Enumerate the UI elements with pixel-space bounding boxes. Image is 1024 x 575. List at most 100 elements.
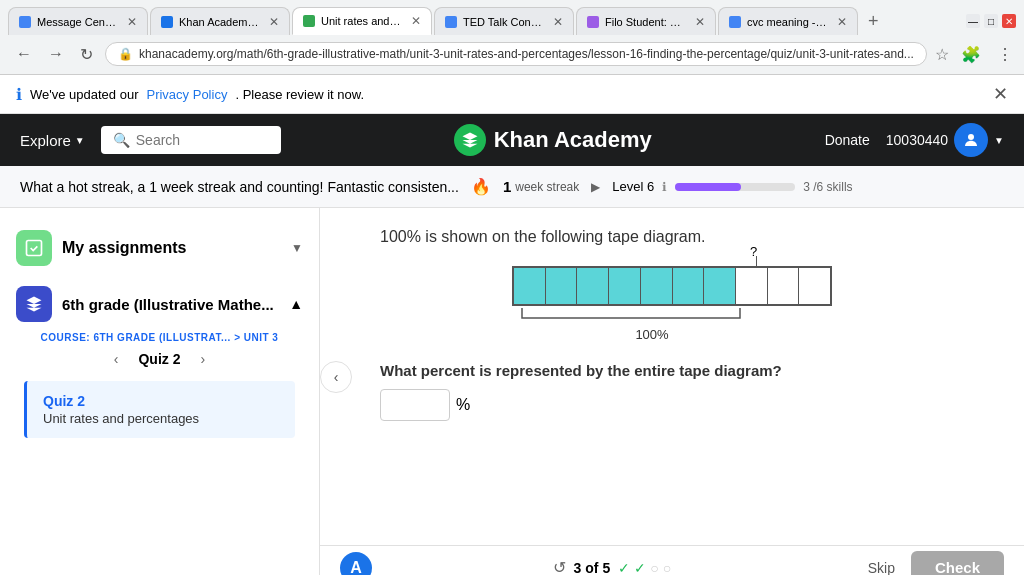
- play-icon: ▶: [591, 180, 600, 194]
- quiz-item-subtitle: Unit rates and percentages: [43, 411, 279, 426]
- search-input[interactable]: [136, 132, 269, 148]
- tape-cell-8: [736, 268, 768, 304]
- answer-section: %: [380, 389, 984, 421]
- user-avatar[interactable]: [954, 123, 988, 157]
- progress-section: ↺ 3 of 5 ✓ ✓ ○ ○: [372, 558, 852, 575]
- extensions-button[interactable]: 🧩: [957, 41, 985, 68]
- privacy-close-button[interactable]: ✕: [993, 83, 1008, 105]
- check-button[interactable]: Check: [911, 551, 1004, 575]
- assignments-icon: [16, 230, 52, 266]
- sub-question-text: What percent is represented by the entir…: [380, 362, 984, 379]
- tab-close-icon[interactable]: ✕: [127, 15, 137, 29]
- check-icons: ✓ ✓ ○ ○: [618, 560, 671, 576]
- tape-cell-5: [641, 268, 673, 304]
- explore-button[interactable]: Explore ▼: [20, 132, 85, 149]
- course-header[interactable]: 6th grade (Illustrative Mathe... ▲: [16, 286, 303, 322]
- reload-button[interactable]: ↻: [76, 41, 97, 68]
- percent-input[interactable]: [380, 389, 450, 421]
- tape-cell-4: [609, 268, 641, 304]
- search-box[interactable]: 🔍: [101, 126, 281, 154]
- ka-logo-icon: [454, 124, 486, 156]
- tab-close-icon[interactable]: ✕: [269, 15, 279, 29]
- streak-count: 1 week streak: [503, 178, 579, 195]
- tab-ted-talk[interactable]: TED Talk Connectio... ✕: [434, 7, 574, 35]
- url-input[interactable]: 🔒 khanacademy.org/math/6th-grade-illustr…: [105, 42, 927, 66]
- explore-chevron-icon: ▼: [75, 135, 85, 146]
- my-assignments-section[interactable]: My assignments ▼: [0, 218, 319, 278]
- streak-number: 1: [503, 178, 511, 195]
- course-chevron-icon: ▲: [289, 296, 303, 312]
- main-layout: My assignments ▼ 6th grade (Illustrative…: [0, 208, 1024, 575]
- tape-outer: ?: [512, 266, 852, 342]
- hint-button[interactable]: A: [340, 552, 372, 576]
- tab-close-icon[interactable]: ✕: [553, 15, 563, 29]
- arrow-line: [756, 256, 757, 268]
- tab-close-icon[interactable]: ✕: [411, 14, 421, 28]
- tape-cell-1: [514, 268, 546, 304]
- info-icon: ℹ: [662, 180, 667, 194]
- user-section: 10030440 ▼: [886, 123, 1004, 157]
- window-controls: — □ ✕: [966, 14, 1016, 28]
- quiz-nav: ‹ Quiz 2 ›: [16, 347, 303, 371]
- level-text: Level 6: [612, 179, 654, 194]
- quiz-next-button[interactable]: ›: [197, 347, 210, 371]
- tape-cell-9: [768, 268, 800, 304]
- tape-cell-6: [673, 268, 705, 304]
- tab-khan-academy-per[interactable]: Khan Academy Per... ✕: [150, 7, 290, 35]
- user-chevron-icon: ▼: [994, 135, 1004, 146]
- quiz-prev-button[interactable]: ‹: [110, 347, 123, 371]
- ka-logo: Khan Academy: [454, 124, 652, 156]
- donate-button[interactable]: Donate: [825, 132, 870, 148]
- explore-label: Explore: [20, 132, 71, 149]
- quiz-item[interactable]: Quiz 2 Unit rates and percentages: [24, 381, 295, 438]
- progress-text: 3 of 5: [574, 560, 611, 576]
- quiz-nav-label: Quiz 2: [138, 351, 180, 367]
- tab-bar: Message Center | In... ✕ Khan Academy Pe…: [0, 0, 1024, 36]
- privacy-banner: ℹ We've updated our Privacy Policy . Ple…: [0, 75, 1024, 114]
- retry-button[interactable]: ↺: [553, 558, 566, 575]
- tape-cell-10: [799, 268, 830, 304]
- close-window-button[interactable]: ✕: [1002, 14, 1016, 28]
- privacy-banner-text: We've updated our: [30, 87, 138, 102]
- ka-header: Explore ▼ 🔍 Khan Academy Donate 10030440…: [0, 114, 1024, 166]
- streak-text: What a hot streak, a 1 week streak and c…: [20, 179, 459, 195]
- tab-filo[interactable]: Filo Student: World... ✕: [576, 7, 716, 35]
- info-icon: ℹ: [16, 85, 22, 104]
- content-wrapper: ‹ 100% is shown on the following tape di…: [320, 208, 1024, 575]
- tab-close-icon[interactable]: ✕: [837, 15, 847, 29]
- privacy-policy-link[interactable]: Privacy Policy: [146, 87, 227, 102]
- bookmark-button[interactable]: ☆: [935, 45, 949, 64]
- tape-cell-7: [704, 268, 736, 304]
- new-tab-button[interactable]: +: [860, 7, 887, 36]
- my-assignments-label: My assignments: [62, 239, 281, 257]
- address-bar: ← → ↻ 🔒 khanacademy.org/math/6th-grade-i…: [0, 36, 1024, 74]
- tab-unit-rates[interactable]: Unit rates and perc... ✕: [292, 7, 432, 35]
- minimize-button[interactable]: —: [966, 14, 980, 28]
- maximize-button[interactable]: □: [984, 14, 998, 28]
- question-text: 100% is shown on the following tape diag…: [380, 228, 984, 246]
- search-icon: 🔍: [113, 132, 130, 148]
- prev-question-button[interactable]: ‹: [320, 361, 352, 393]
- course-section: 6th grade (Illustrative Mathe... ▲ Cours…: [0, 278, 319, 456]
- hundred-percent-label: 100%: [452, 327, 852, 342]
- back-button[interactable]: ←: [12, 41, 36, 67]
- tape-box: [512, 266, 832, 306]
- forward-button[interactable]: →: [44, 41, 68, 67]
- tab-message-center[interactable]: Message Center | In... ✕: [8, 7, 148, 35]
- tab-close-icon[interactable]: ✕: [695, 15, 705, 29]
- check-4: ○: [663, 560, 671, 576]
- breadcrumb: Course: 6th grade (Illustrat... > Unit 3: [16, 332, 303, 343]
- skip-button[interactable]: Skip: [852, 560, 911, 576]
- question-body: 100% is shown on the following tape diag…: [380, 228, 984, 421]
- username-text: 10030440: [886, 132, 948, 148]
- flame-icon: 🔥: [471, 177, 491, 196]
- browser-chrome: Message Center | In... ✕ Khan Academy Pe…: [0, 0, 1024, 75]
- menu-button[interactable]: ⋮: [993, 41, 1017, 68]
- tab-cvc[interactable]: cvc meaning - Goog... ✕: [718, 7, 858, 35]
- tape-cell-2: [546, 268, 578, 304]
- sidebar: My assignments ▼ 6th grade (Illustrative…: [0, 208, 320, 575]
- privacy-banner-suffix: . Please review it now.: [235, 87, 364, 102]
- ka-logo-text: Khan Academy: [494, 127, 652, 153]
- streak-unit: week streak: [515, 180, 579, 194]
- tape-diagram: ?: [380, 266, 984, 342]
